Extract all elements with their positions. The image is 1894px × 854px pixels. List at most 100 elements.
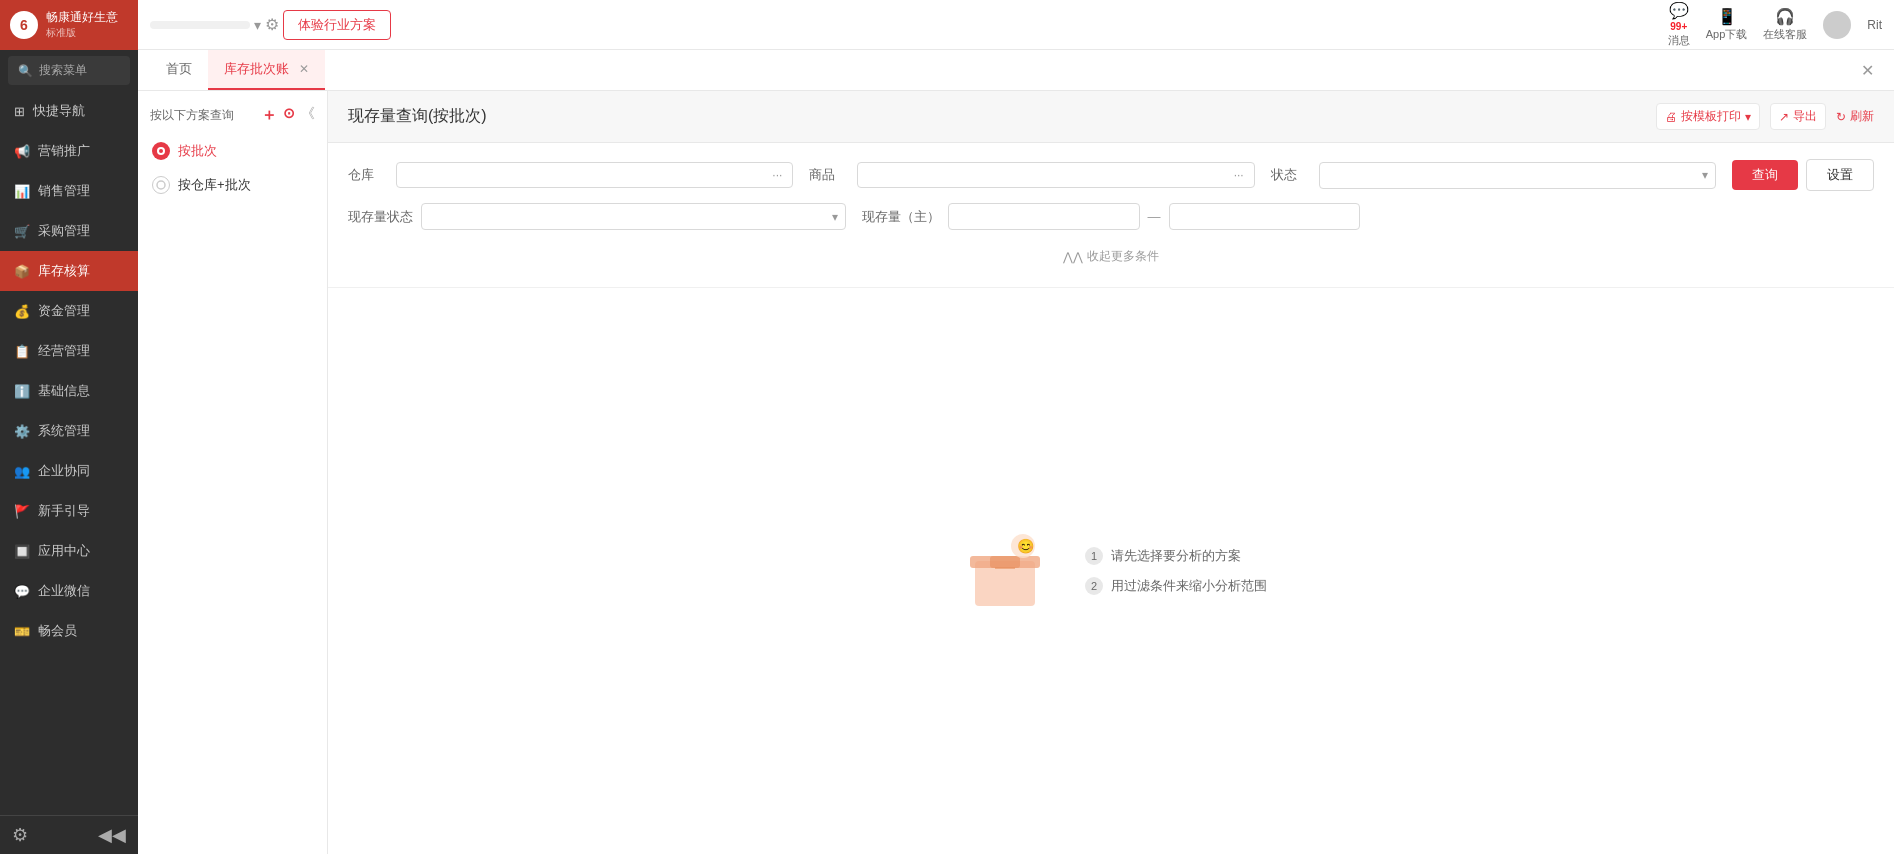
range-sep: — [1148, 209, 1161, 224]
trial-btn[interactable]: 体验行业方案 [283, 10, 391, 40]
sidebar-item-marketing[interactable]: 📢 营销推广 [0, 131, 138, 171]
export-button[interactable]: ↗ 导出 [1770, 103, 1826, 130]
tip-num-1: 1 [1085, 547, 1103, 565]
sidebar-item-finance[interactable]: 💰 资金管理 [0, 291, 138, 331]
form-row-1: 仓库 ··· 商品 ··· 状态 [348, 159, 1874, 191]
collapse-label: 收起更多条件 [1087, 248, 1159, 265]
warehouse-input[interactable]: ··· [396, 162, 793, 188]
sidebar-item-wechat[interactable]: 💬 企业微信 [0, 571, 138, 611]
sidebar-search[interactable]: 🔍 搜索菜单 [8, 56, 130, 85]
flag-icon: 🚩 [14, 504, 30, 519]
nav-label: 应用中心 [38, 542, 90, 560]
service-label: 在线客服 [1763, 27, 1807, 42]
warehouse-label: 仓库 [348, 166, 388, 184]
scheme-item-by-warehouse-batch[interactable]: 按仓库+批次 [138, 168, 327, 202]
print-icon: 🖨 [1665, 110, 1677, 124]
sidebar-item-basic[interactable]: ℹ️ 基础信息 [0, 371, 138, 411]
box-icon: 📦 [14, 264, 30, 279]
apps-icon: 🔲 [14, 544, 30, 559]
people-icon: 👥 [14, 464, 30, 479]
scheme-item-by-batch[interactable]: 按批次 [138, 134, 327, 168]
search-icon: 🔍 [18, 64, 33, 78]
scheme-query-label: 按以下方案查询 [150, 107, 234, 124]
right-panel-inner: 现存量查询(按批次) 🖨 按模板打印 ▾ ↗ 导出 ↻ [328, 91, 1894, 854]
sidebar-item-system[interactable]: ⚙️ 系统管理 [0, 411, 138, 451]
print-dropdown-icon[interactable]: ▾ [1745, 110, 1751, 124]
nav-label: 系统管理 [38, 422, 90, 440]
sidebar-company-name: 畅康通好生意 [46, 10, 118, 26]
collapse-sidebar-icon[interactable]: ◀◀ [98, 824, 126, 846]
status-label: 状态 [1271, 166, 1311, 184]
tab-close-right-icon[interactable]: ✕ [1853, 57, 1882, 84]
tab-inventory-batch-label: 库存批次账 [224, 61, 289, 76]
collapse-panel-icon[interactable]: 《 [301, 105, 315, 126]
refresh-button[interactable]: ↻ 刷新 [1836, 108, 1874, 125]
query-button[interactable]: 查询 [1732, 160, 1798, 190]
tip-text-2: 用过滤条件来缩小分析范围 [1111, 577, 1267, 595]
sidebar-item-operation[interactable]: 📋 经营管理 [0, 331, 138, 371]
left-scheme-panel: 按以下方案查询 ＋ ⊙ 《 按批次 按仓库+批次 [138, 91, 328, 854]
settings-scheme-button[interactable]: ⊙ [283, 105, 295, 126]
nav-label: 快捷导航 [33, 102, 85, 120]
product-input[interactable]: ··· [857, 162, 1254, 188]
settings-footer-icon[interactable]: ⚙ [12, 824, 28, 846]
user-avatar[interactable] [1823, 11, 1851, 39]
topbar-gear-icon[interactable]: ⚙ [265, 15, 279, 34]
svg-point-1 [159, 149, 163, 153]
sidebar-nav: ⊞ 快捷导航 📢 营销推广 📊 销售管理 🛒 采购管理 📦 库存核算 💰 资金管… [0, 91, 138, 815]
status-select[interactable] [1319, 162, 1716, 189]
tab-home[interactable]: 首页 [150, 50, 208, 90]
sidebar-item-purchase[interactable]: 🛒 采购管理 [0, 211, 138, 251]
nav-label: 销售管理 [38, 182, 90, 200]
form-row-2: 现存量状态 ▾ 现存量（主） [348, 203, 1874, 230]
empty-tip-1: 1 请先选择要分析的方案 [1085, 547, 1267, 565]
svg-rect-5 [990, 556, 1020, 568]
print-template-button[interactable]: 🖨 按模板打印 ▾ [1656, 103, 1760, 130]
add-scheme-button[interactable]: ＋ [261, 105, 277, 126]
settings-button[interactable]: 设置 [1806, 159, 1874, 191]
topbar-search-input[interactable] [150, 21, 250, 29]
message-button[interactable]: 💬 99+ 消息 [1668, 1, 1690, 48]
stock-amount-min-input[interactable] [948, 203, 1140, 230]
warehouse-field: 仓库 ··· [348, 162, 793, 188]
sidebar-title-area: 畅康通好生意 标准版 [46, 10, 118, 40]
page-title: 现存量查询(按批次) [348, 106, 487, 127]
sidebar-search-label: 搜索菜单 [39, 62, 87, 79]
nav-label: 经营管理 [38, 342, 90, 360]
product-label: 商品 [809, 166, 849, 184]
tab-close-icon[interactable]: ✕ [299, 62, 309, 76]
collapse-more-btn[interactable]: ⋀⋀ 收起更多条件 [348, 242, 1874, 271]
message-label: 消息 [1668, 33, 1690, 48]
sidebar-item-apps[interactable]: 🔲 应用中心 [0, 531, 138, 571]
cart-icon: 🛒 [14, 224, 30, 239]
tab-home-label: 首页 [166, 61, 192, 76]
sidebar-item-collab[interactable]: 👥 企业协同 [0, 451, 138, 491]
status-select-wrapper: ▾ [1319, 162, 1716, 189]
sidebar-item-member[interactable]: 🎫 畅会员 [0, 611, 138, 651]
refresh-icon: ↻ [1836, 110, 1846, 124]
sidebar-item-guide[interactable]: 🚩 新手引导 [0, 491, 138, 531]
money-icon: 💰 [14, 304, 30, 319]
scheme-active-icon [152, 142, 170, 160]
sidebar-item-sales[interactable]: 📊 销售管理 [0, 171, 138, 211]
stock-status-select[interactable] [421, 203, 846, 230]
topbar-dropdown-icon[interactable]: ▾ [254, 17, 261, 33]
username-label[interactable]: Rit [1867, 18, 1882, 32]
online-service-button[interactable]: 🎧 在线客服 [1763, 7, 1807, 42]
sidebar-item-quick-nav[interactable]: ⊞ 快捷导航 [0, 91, 138, 131]
svg-point-2 [157, 181, 165, 189]
tab-inventory-batch[interactable]: 库存批次账 ✕ [208, 50, 325, 90]
empty-tips: 1 请先选择要分析的方案 2 用过滤条件来缩小分析范围 [1085, 547, 1267, 595]
stock-status-select-wrapper: ▾ [421, 203, 846, 230]
scheme-inactive-icon [152, 176, 170, 194]
refresh-label: 刷新 [1850, 108, 1874, 125]
nav-label: 营销推广 [38, 142, 90, 160]
topbar-right: 💬 99+ 消息 📱 App下载 🎧 在线客服 Rit [1668, 1, 1882, 48]
app-download-button[interactable]: 📱 App下载 [1706, 7, 1748, 42]
empty-illustration: 😊 [955, 521, 1055, 621]
message-badge: 99+ [1670, 21, 1687, 32]
sidebar-item-inventory[interactable]: 📦 库存核算 [0, 251, 138, 291]
stock-amount-max-input[interactable] [1169, 203, 1361, 230]
topbar-left: ▾ ⚙ 体验行业方案 [150, 10, 1660, 40]
nav-label: 库存核算 [38, 262, 90, 280]
